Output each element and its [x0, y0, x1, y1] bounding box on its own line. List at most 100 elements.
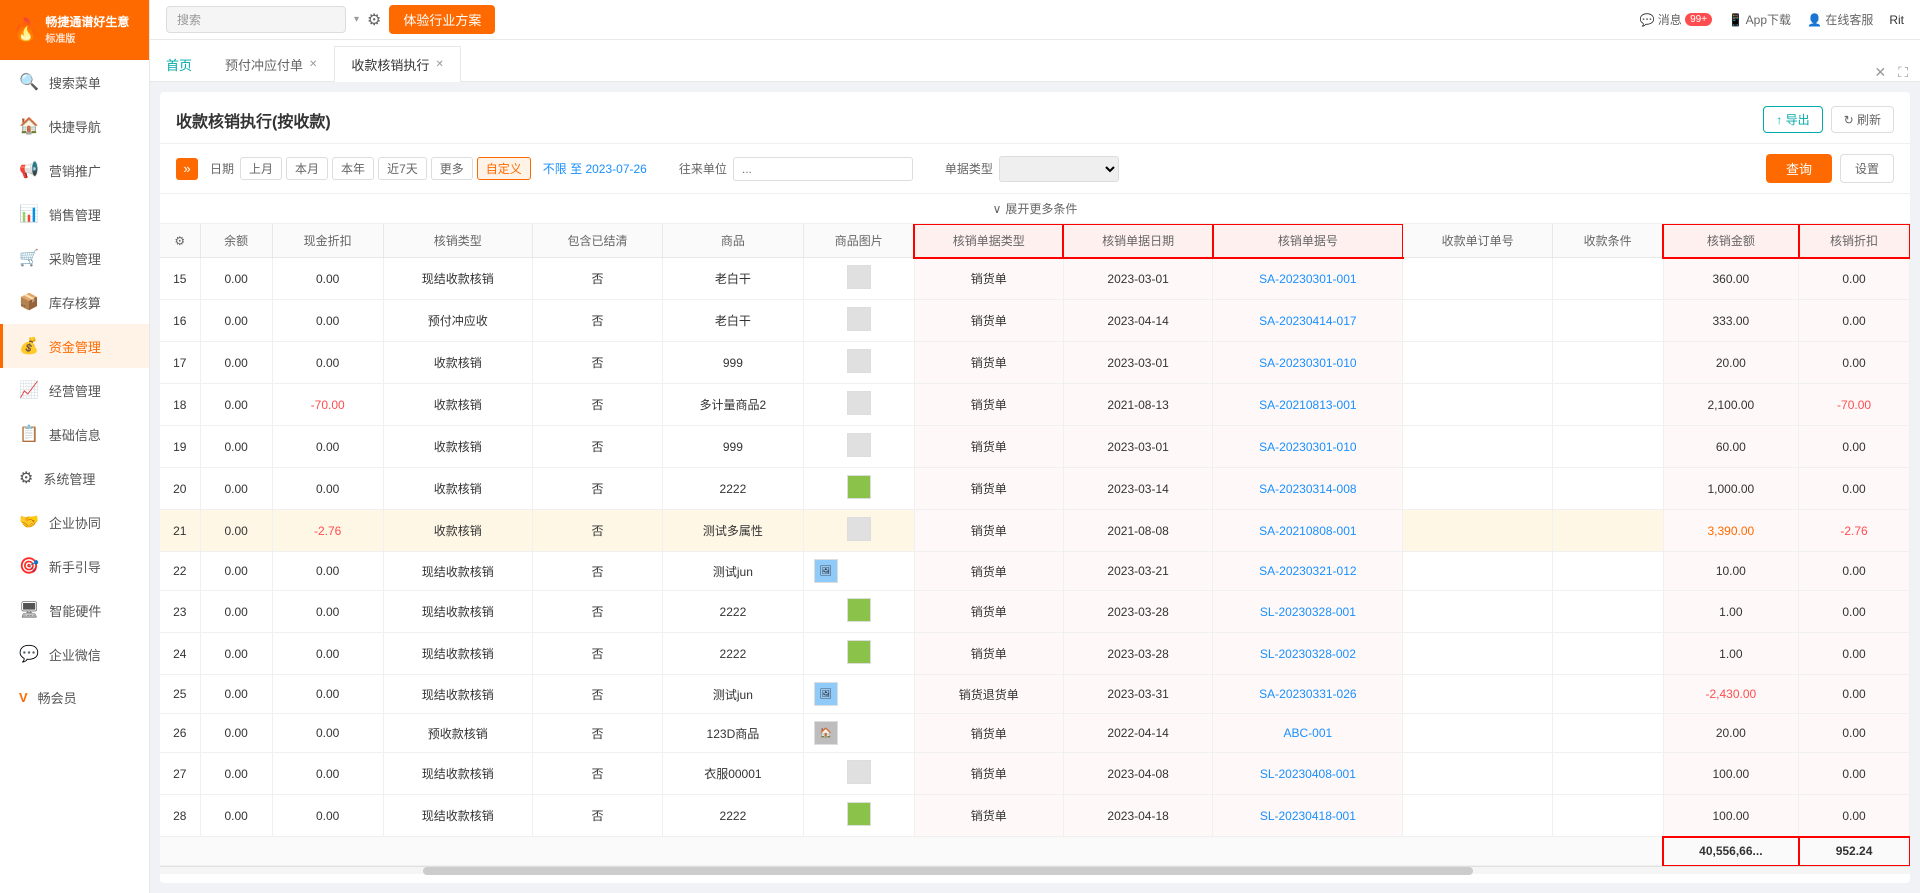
- cell-writeoff-num[interactable]: SA-20230301-010: [1213, 342, 1403, 384]
- sidebar-item-marketing[interactable]: 📢 营销推广: [0, 148, 149, 192]
- date-btn-custom[interactable]: 自定义: [477, 157, 531, 180]
- writeoff-num-link[interactable]: SA-20230331-026: [1259, 687, 1356, 701]
- tab-close-all-icon[interactable]: ✕: [1874, 64, 1886, 81]
- writeoff-num-link[interactable]: SA-20210808-001: [1259, 524, 1356, 538]
- cell-product: 123D商品: [663, 714, 804, 753]
- sidebar-item-purchase[interactable]: 🛒 采购管理: [0, 236, 149, 280]
- tab-writeoff-close[interactable]: ✕: [435, 59, 443, 70]
- writeoff-num-link[interactable]: SL-20230328-002: [1260, 647, 1356, 661]
- date-btn-this-year[interactable]: 本年: [332, 157, 374, 180]
- sidebar-item-system[interactable]: ⚙ 系统管理: [0, 456, 149, 500]
- cell-product-image: 🏠: [803, 714, 914, 753]
- writeoff-num-link[interactable]: ABC-001: [1284, 726, 1333, 740]
- cell-writeoff-num[interactable]: ABC-001: [1213, 714, 1403, 753]
- writeoff-num-link[interactable]: SA-20230301-010: [1259, 356, 1356, 370]
- cell-writeoff-num[interactable]: SA-20230314-008: [1213, 468, 1403, 510]
- query-button[interactable]: 查询: [1766, 154, 1832, 183]
- partner-label: 往来单位: [679, 160, 727, 177]
- cell-writeoff-num[interactable]: SA-20230331-026: [1213, 675, 1403, 714]
- tab-writeoff[interactable]: 收款核销执行 ✕: [334, 46, 460, 82]
- sidebar-item-guide[interactable]: 🎯 新手引导: [0, 544, 149, 588]
- sidebar-item-quicknav[interactable]: 🏠 快捷导航: [0, 104, 149, 148]
- date-btn-this-month[interactable]: 本月: [286, 157, 328, 180]
- date-btn-last-month[interactable]: 上月: [240, 157, 282, 180]
- cell-receipt-order: [1403, 426, 1552, 468]
- cell-balance: 0.00: [200, 753, 272, 795]
- writeoff-num-link[interactable]: SL-20230418-001: [1260, 809, 1356, 823]
- scrollbar-area[interactable]: [160, 866, 1910, 874]
- doctype-select[interactable]: [999, 156, 1119, 182]
- cell-writeoff-num[interactable]: SL-20230418-001: [1213, 795, 1403, 837]
- refresh-button[interactable]: ↻ 刷新: [1831, 106, 1894, 133]
- sidebar-item-finance[interactable]: 💰 资金管理: [0, 324, 149, 368]
- cell-writeoff-doc-type: 销货单: [914, 552, 1063, 591]
- sidebar-item-basicinfo[interactable]: 📋 基础信息: [0, 412, 149, 456]
- cell-id: 28: [160, 795, 200, 837]
- sidebar-item-hardware[interactable]: 🖥 智能硬件: [0, 588, 149, 632]
- sidebar-item-wechat[interactable]: 💬 企业微信: [0, 632, 149, 676]
- writeoff-num-link[interactable]: SA-20210813-001: [1259, 398, 1356, 412]
- writeoff-num-link[interactable]: SL-20230328-001: [1260, 605, 1356, 619]
- settings-gear-icon[interactable]: ⚙: [367, 10, 381, 30]
- scrollbar-thumb[interactable]: [423, 867, 1473, 875]
- sidebar-item-collab[interactable]: 🤝 企业协同: [0, 500, 149, 544]
- cell-writeoff-num[interactable]: SA-20230321-012: [1213, 552, 1403, 591]
- date-btn-more[interactable]: 更多: [431, 157, 473, 180]
- cell-writeoff-num[interactable]: SA-20230301-001: [1213, 258, 1403, 300]
- cell-writeoff-num[interactable]: SA-20230301-010: [1213, 426, 1403, 468]
- partner-input[interactable]: [733, 157, 913, 181]
- cell-receipt-order: [1403, 552, 1552, 591]
- online-service-btn[interactable]: 👤 在线客服: [1807, 11, 1873, 28]
- cell-product: 2222: [663, 468, 804, 510]
- th-include-settled: 包含已结清: [532, 224, 662, 258]
- writeoff-num-link[interactable]: SA-20230314-008: [1259, 482, 1356, 496]
- cell-writeoff-num[interactable]: SA-20230414-017: [1213, 300, 1403, 342]
- cell-writeoff-amount: 60.00: [1663, 426, 1799, 468]
- table-body: 15 0.00 0.00 现结收款核销 否 老白干 销货单 2023-03-01…: [160, 258, 1910, 837]
- trial-button[interactable]: 体验行业方案: [389, 5, 495, 34]
- cell-writeoff-num[interactable]: SL-20230328-002: [1213, 633, 1403, 675]
- tab-home[interactable]: 首页: [150, 46, 208, 82]
- cell-product-image: 🖼: [803, 675, 914, 714]
- app-download-btn[interactable]: 📱 App下载: [1728, 11, 1791, 28]
- cell-writeoff-discount: -70.00: [1799, 384, 1910, 426]
- cell-writeoff-type: 现结收款核销: [383, 753, 532, 795]
- date-btn-7days[interactable]: 近7天: [378, 157, 427, 180]
- sidebar-item-operation[interactable]: 📈 经营管理: [0, 368, 149, 412]
- tab-maximize-icon[interactable]: ⛶: [1898, 64, 1908, 81]
- cell-cash-discount: 0.00: [272, 300, 383, 342]
- sidebar-item-member[interactable]: V 畅会员: [0, 676, 149, 719]
- cell-writeoff-num[interactable]: SA-20210813-001: [1213, 384, 1403, 426]
- export-button[interactable]: ↑ 导出: [1763, 106, 1822, 133]
- cell-writeoff-num[interactable]: SL-20230328-001: [1213, 591, 1403, 633]
- writeoff-num-link[interactable]: SA-20230301-010: [1259, 440, 1356, 454]
- cell-product: 多计量商品2: [663, 384, 804, 426]
- cell-include-settled: 否: [532, 591, 662, 633]
- cell-cash-discount: 0.00: [272, 342, 383, 384]
- writeoff-num-link[interactable]: SA-20230414-017: [1259, 314, 1356, 328]
- table-row: 18 0.00 -70.00 收款核销 否 多计量商品2 销货单 2021-08…: [160, 384, 1910, 426]
- message-btn[interactable]: 💬 消息 99+: [1639, 11, 1712, 28]
- writeoff-num-link[interactable]: SA-20230321-012: [1259, 564, 1356, 578]
- cell-cash-discount: 0.00: [272, 753, 383, 795]
- wechat-icon: 💬: [19, 644, 39, 664]
- cell-product-image: [803, 510, 914, 552]
- sidebar-item-sales[interactable]: 📊 销售管理: [0, 192, 149, 236]
- sidebar-item-inventory[interactable]: 📦 库存核算: [0, 280, 149, 324]
- filter-expand-button[interactable]: »: [176, 158, 198, 180]
- writeoff-num-link[interactable]: SL-20230408-001: [1260, 767, 1356, 781]
- dropdown-icon[interactable]: ▾: [354, 14, 359, 25]
- cell-writeoff-num[interactable]: SL-20230408-001: [1213, 753, 1403, 795]
- tab-prepay-close[interactable]: ✕: [309, 59, 317, 70]
- tab-prepay[interactable]: 预付冲应付单 ✕: [208, 46, 334, 82]
- search-box[interactable]: 搜索: [166, 6, 346, 33]
- expand-more-btn[interactable]: ∨ 展开更多条件: [160, 194, 1910, 224]
- th-settings[interactable]: ⚙: [160, 224, 200, 258]
- cell-writeoff-type: 收款核销: [383, 426, 532, 468]
- setting-button[interactable]: 设置: [1840, 154, 1894, 183]
- cell-writeoff-num[interactable]: SA-20210808-001: [1213, 510, 1403, 552]
- sidebar-item-search[interactable]: 🔍 搜索菜单: [0, 60, 149, 104]
- cell-include-settled: 否: [532, 675, 662, 714]
- writeoff-num-link[interactable]: SA-20230301-001: [1259, 272, 1356, 286]
- column-settings-icon[interactable]: ⚙: [174, 234, 185, 248]
